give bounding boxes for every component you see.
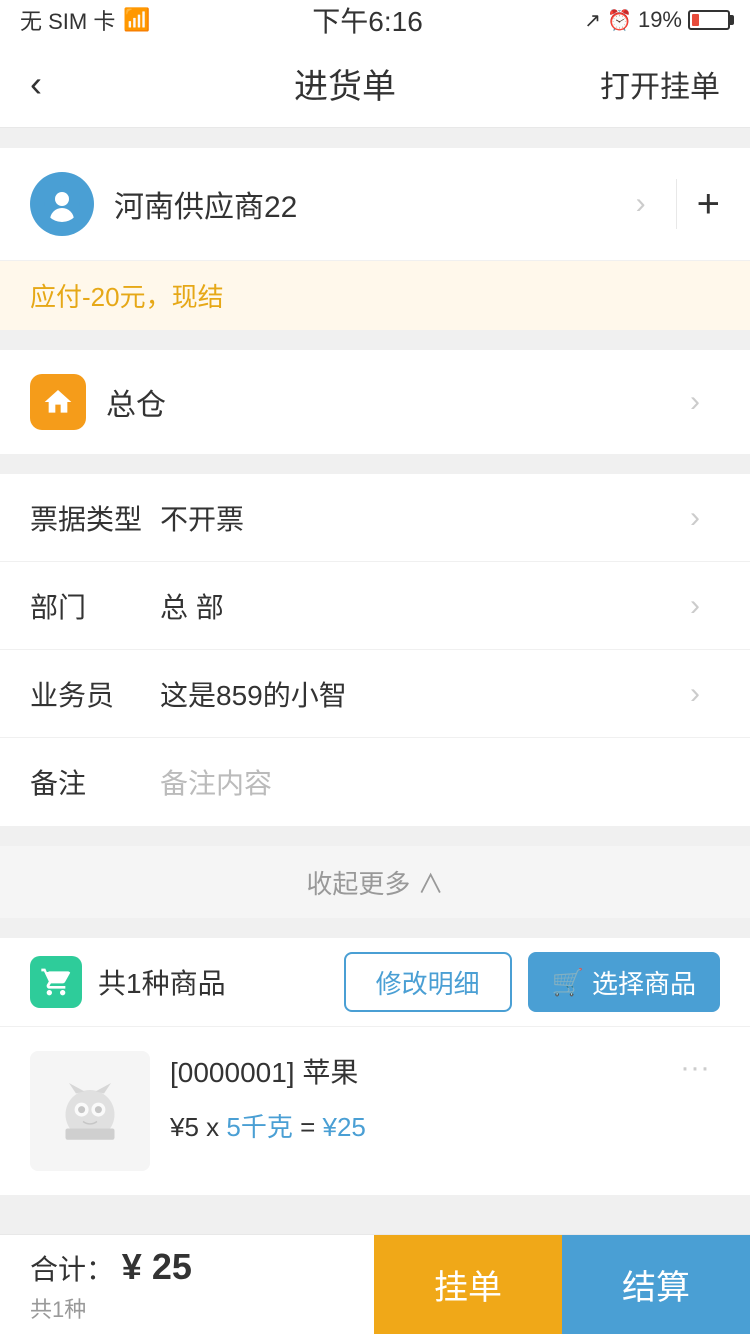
warehouse-icon — [30, 374, 86, 430]
notice-bar: 应付-20元，现结 — [0, 261, 750, 330]
bottom-bar: 合计： ¥ 25 共1种 挂单 结算 — [0, 1234, 750, 1334]
invoice-row[interactable]: 票据类型 不开票 › — [0, 474, 750, 562]
warehouse-row[interactable]: 总仓 › — [0, 350, 750, 454]
edit-detail-button[interactable]: 修改明细 — [344, 952, 512, 1012]
nav-bar: ‹ 进货单 打开挂单 — [0, 40, 750, 128]
divider-top — [0, 128, 750, 148]
warehouse-name: 总仓 — [106, 380, 690, 424]
chevron-right-icon: › — [636, 187, 646, 221]
status-carrier: 无 SIM 卡 📶 — [20, 4, 151, 36]
suspend-button[interactable]: 挂单 — [374, 1235, 562, 1334]
alarm-icon: ⏰ — [607, 8, 632, 33]
product-count: 共1种商品 — [98, 962, 344, 1002]
supplier-row: 河南供应商22 › + — [0, 148, 750, 261]
remark-row[interactable]: 备注 备注内容 — [0, 738, 750, 826]
status-right: ↗ ⏰ 19% — [584, 7, 730, 33]
supplier-name: 河南供应商22 — [114, 182, 636, 226]
add-supplier-button[interactable]: + — [697, 182, 720, 227]
avatar — [30, 172, 94, 236]
page-title: 进货单 — [294, 59, 396, 108]
dept-value: 总 部 — [160, 586, 690, 626]
vertical-divider — [676, 179, 677, 229]
chevron-right-icon: › — [690, 501, 700, 535]
invoice-value: 不开票 — [160, 498, 690, 538]
status-time: 下午6:16 — [312, 0, 423, 40]
product-item: [0000001] 苹果 ¥5 x 5千克 = ¥25 ··· — [0, 1026, 750, 1195]
invoice-label: 票据类型 — [30, 498, 160, 538]
total-count: 共1种 — [30, 1292, 344, 1324]
product-thumbnail — [30, 1051, 150, 1171]
product-header: 共1种商品 修改明细 🛒 选择商品 — [0, 938, 750, 1026]
sales-row[interactable]: 业务员 这是859的小智 › — [0, 650, 750, 738]
product-name: [0000001] 苹果 — [170, 1051, 670, 1091]
open-suspend-button[interactable]: 打开挂单 — [600, 62, 720, 106]
chevron-right-icon: › — [690, 385, 700, 419]
dept-row[interactable]: 部门 总 部 › — [0, 562, 750, 650]
sales-value: 这是859的小智 — [160, 674, 690, 714]
product-price: ¥5 x 5千克 = ¥25 — [170, 1107, 670, 1144]
checkout-button[interactable]: 结算 — [562, 1235, 750, 1334]
sales-label: 业务员 — [30, 674, 160, 714]
collapse-button[interactable]: 收起更多 ∧ — [0, 846, 750, 918]
product-info: [0000001] 苹果 ¥5 x 5千克 = ¥25 — [170, 1051, 670, 1144]
form-section: 票据类型 不开票 › 部门 总 部 › 业务员 这是859的小智 › 备注 备注… — [0, 474, 750, 826]
battery-icon — [688, 10, 730, 30]
wifi-icon: 📶 — [123, 7, 150, 33]
total-section: 合计： ¥ 25 共1种 — [0, 1235, 374, 1334]
location-icon: ↗ — [584, 8, 601, 33]
select-product-button[interactable]: 🛒 选择商品 — [528, 952, 720, 1012]
remark-label: 备注 — [30, 762, 160, 802]
remark-input[interactable]: 备注内容 — [160, 762, 720, 802]
chevron-right-icon: › — [690, 589, 700, 623]
status-bar: 无 SIM 卡 📶 下午6:16 ↗ ⏰ 19% — [0, 0, 750, 40]
chevron-right-icon: › — [690, 677, 700, 711]
total-main: 合计： ¥ 25 — [30, 1246, 344, 1288]
more-options-button[interactable]: ··· — [670, 1051, 720, 1085]
cart-icon: 🛒 — [552, 967, 584, 998]
product-icon — [30, 956, 82, 1008]
back-button[interactable]: ‹ — [30, 63, 90, 105]
supplier-section: 河南供应商22 › + 应付-20元，现结 — [0, 148, 750, 330]
dept-label: 部门 — [30, 586, 160, 626]
